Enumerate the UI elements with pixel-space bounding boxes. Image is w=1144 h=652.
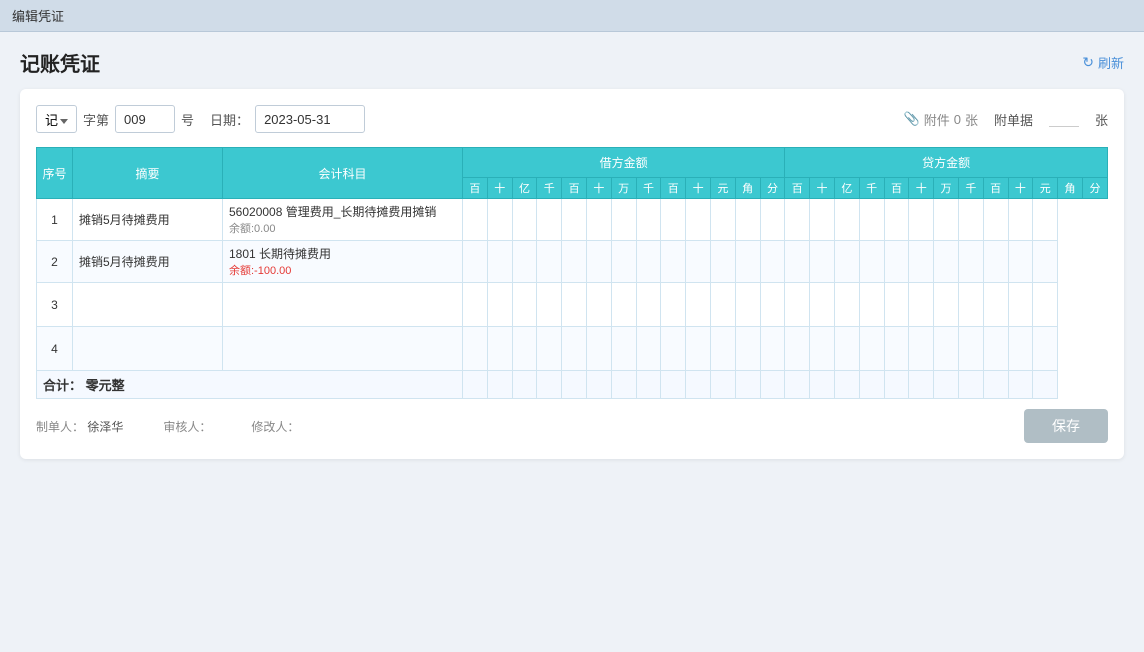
title-bar-text: 编辑凭证	[12, 6, 64, 25]
th-c-shi3: 十	[1008, 178, 1033, 199]
attachment-area: 📎 附件 0 张 附单据 张	[904, 110, 1108, 129]
attachment-label: 附件	[924, 110, 950, 129]
th-seq: 序号	[37, 148, 73, 199]
zhang-label: 张	[1095, 110, 1108, 129]
row4-account[interactable]	[223, 327, 463, 371]
voucher-type-value: 记	[45, 110, 58, 129]
voucher-table-wrapper: 序号 摘要 会计科目 借方金额 贷方金额	[36, 147, 1108, 399]
row2-account[interactable]: 1801 长期待摊费用 余额:-100.00	[223, 241, 463, 283]
total-label: 合计： 零元整	[37, 371, 463, 399]
voucher-card: 记 字第 号 日期： 📎 附件 0 张 附单据 张	[20, 89, 1124, 459]
th-c-jiao: 角	[1058, 178, 1083, 199]
row1-balance: 余额:0.00	[229, 220, 456, 236]
zhang-input[interactable]	[1049, 111, 1079, 127]
th-d-fen: 分	[760, 178, 785, 199]
modifier-label: 修改人：	[251, 420, 299, 434]
row2-seq: 2	[37, 241, 73, 283]
th-d-bai3: 百	[661, 178, 686, 199]
row3-seq: 3	[37, 283, 73, 327]
th-c-shi2: 十	[909, 178, 934, 199]
date-input[interactable]	[255, 105, 365, 133]
refresh-label: 刷新	[1098, 53, 1124, 72]
th-d-qian1: 千	[537, 178, 562, 199]
table-row: 3	[37, 283, 1108, 327]
row1-seq: 1	[37, 199, 73, 241]
th-c-wan: 万	[934, 178, 959, 199]
row2-balance: 余额:-100.00	[229, 262, 456, 278]
voucher-type-button[interactable]: 记	[36, 105, 77, 133]
th-d-qian2: 千	[636, 178, 661, 199]
date-group: 日期：	[210, 105, 365, 133]
zi-label: 字第	[83, 110, 109, 129]
row3-summary[interactable]	[73, 283, 223, 327]
th-c-qian1: 千	[859, 178, 884, 199]
th-d-shi2: 十	[586, 178, 611, 199]
th-d-bai2: 百	[562, 178, 587, 199]
th-d-jiao: 角	[735, 178, 760, 199]
chevron-down-icon	[60, 112, 68, 127]
th-c-bai1: 百	[785, 178, 810, 199]
th-d-shi1: 十	[487, 178, 512, 199]
modifier-group: 修改人：	[251, 418, 299, 435]
creator-value: 徐泽华	[87, 420, 123, 434]
th-c-qian2: 千	[958, 178, 983, 199]
row4-seq: 4	[37, 327, 73, 371]
th-c-bai2: 百	[884, 178, 909, 199]
th-summary: 摘要	[73, 148, 223, 199]
th-c-yuan: 元	[1033, 178, 1058, 199]
th-d-wan: 万	[611, 178, 636, 199]
th-c-bai3: 百	[983, 178, 1008, 199]
total-row: 合计： 零元整	[37, 371, 1108, 399]
reviewer-group: 审核人：	[163, 418, 211, 435]
th-debit-group: 借方金额	[463, 148, 785, 178]
save-button[interactable]: 保存	[1024, 409, 1108, 443]
voucher-table: 序号 摘要 会计科目 借方金额 贷方金额	[36, 147, 1108, 399]
hao-label: 号	[181, 110, 194, 129]
page-title: 记账凭证	[20, 48, 100, 77]
paperclip-icon: 📎	[904, 111, 920, 127]
th-d-shi3: 十	[686, 178, 711, 199]
attachment-count: 0	[954, 112, 961, 127]
th-d-bai1: 百	[463, 178, 488, 199]
table-row: 4	[37, 327, 1108, 371]
row2-summary[interactable]: 摊销5月待摊费用	[73, 241, 223, 283]
refresh-icon: ↻	[1082, 54, 1094, 71]
table-row: 1 摊销5月待摊费用 56020008 管理费用_长期待摊费用摊销 余额:0.0…	[37, 199, 1108, 241]
creator-group: 制单人： 徐泽华	[36, 418, 123, 435]
th-c-shi1: 十	[810, 178, 835, 199]
row4-summary[interactable]	[73, 327, 223, 371]
th-d-yi: 亿	[512, 178, 537, 199]
form-row: 记 字第 号 日期： 📎 附件 0 张 附单据 张	[36, 105, 1108, 133]
attachment-unit: 张	[965, 110, 978, 129]
th-account: 会计科目	[223, 148, 463, 199]
row3-account[interactable]	[223, 283, 463, 327]
th-d-yuan: 元	[710, 178, 735, 199]
reviewer-label: 审核人：	[163, 420, 211, 434]
refresh-button[interactable]: ↻ 刷新	[1082, 53, 1124, 72]
title-bar: 编辑凭证	[0, 0, 1144, 32]
voucher-number-input[interactable]	[115, 105, 175, 133]
main-area: 记账凭证 ↻ 刷新 记 字第 号 日期： 📎	[0, 32, 1144, 652]
date-label: 日期：	[210, 110, 249, 129]
row1-account[interactable]: 56020008 管理费用_长期待摊费用摊销 余额:0.00	[223, 199, 463, 241]
th-credit-group: 贷方金额	[785, 148, 1108, 178]
th-c-fen: 分	[1082, 178, 1107, 199]
attach-single-label[interactable]: 附单据	[994, 110, 1033, 129]
page-header: 记账凭证 ↻ 刷新	[20, 48, 1124, 77]
table-row: 2 摊销5月待摊费用 1801 长期待摊费用 余额:-100.00	[37, 241, 1108, 283]
creator-label: 制单人：	[36, 420, 84, 434]
attachment-link[interactable]: 📎 附件 0 张	[904, 110, 978, 129]
footer-row: 制单人： 徐泽华 审核人： 修改人： 保存	[36, 409, 1108, 443]
voucher-type-group: 记 字第 号	[36, 105, 194, 133]
row1-summary[interactable]: 摊销5月待摊费用	[73, 199, 223, 241]
th-c-yi: 亿	[834, 178, 859, 199]
